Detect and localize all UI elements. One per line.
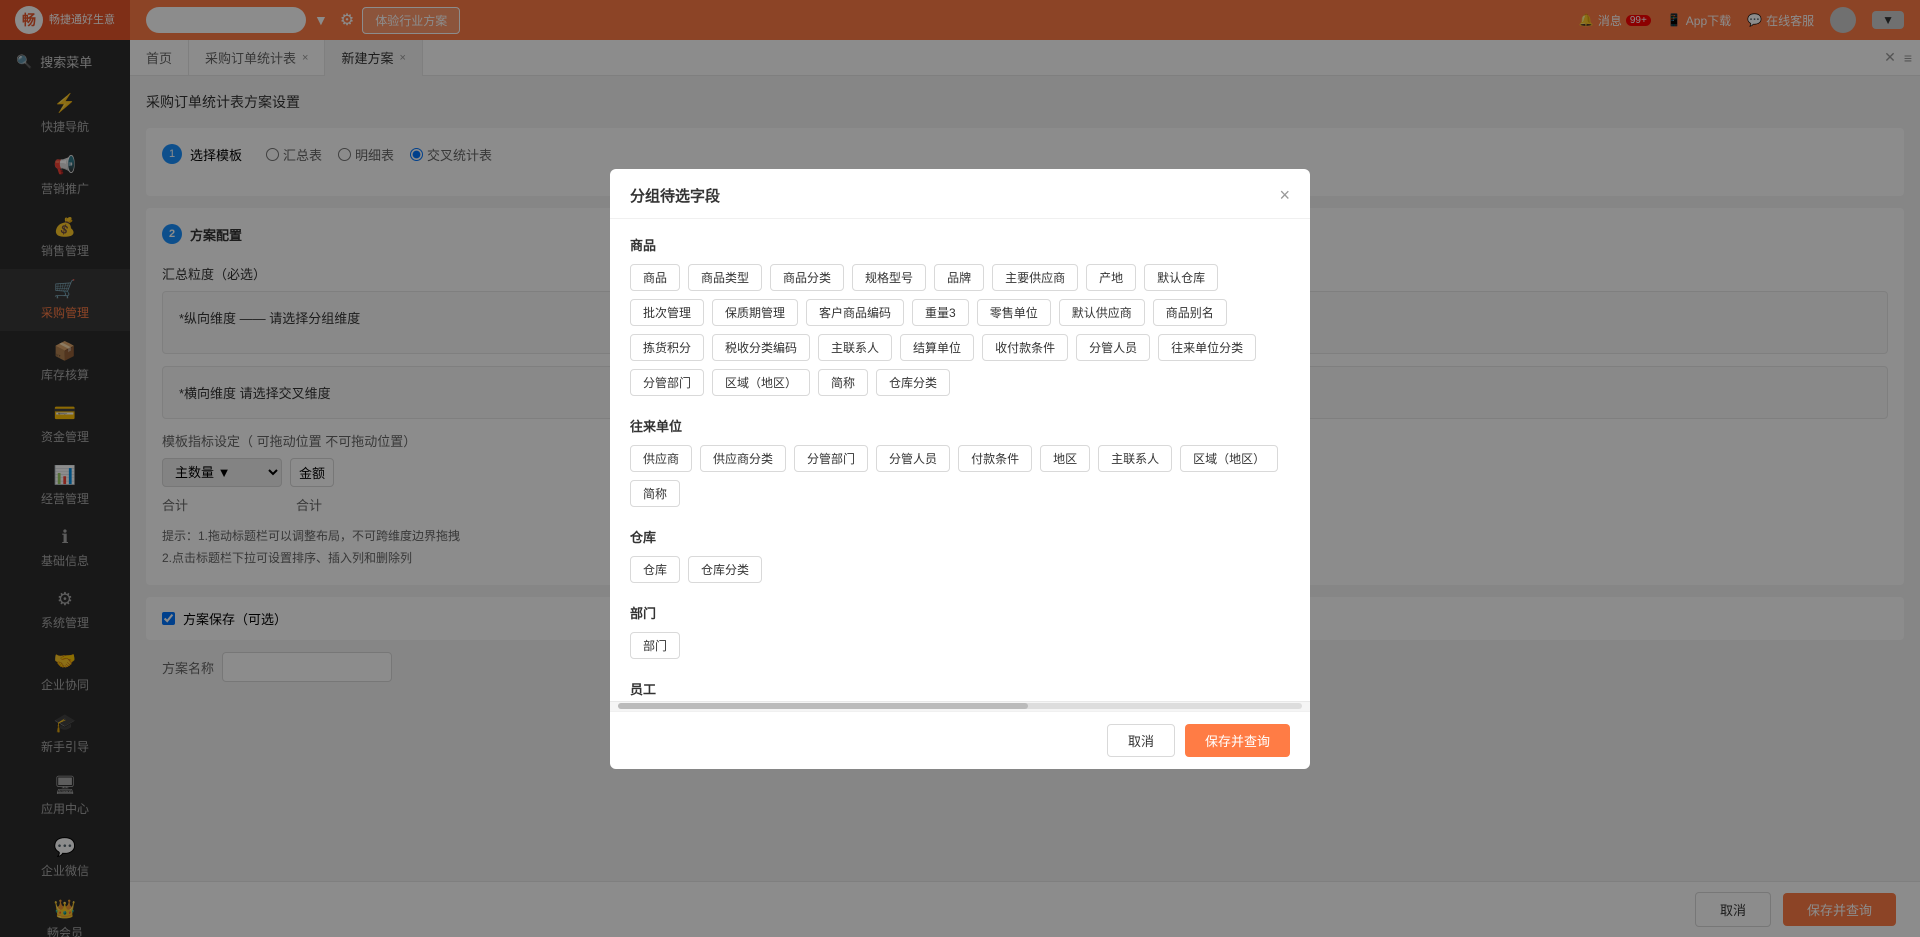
field-tag[interactable]: 区域（地区）: [1180, 445, 1278, 472]
field-tag[interactable]: 商品: [630, 264, 680, 291]
modal-cancel-btn[interactable]: 取消: [1107, 724, 1175, 757]
field-group-goods-title: 商品: [630, 235, 1290, 254]
field-tag[interactable]: 主要供应商: [992, 264, 1078, 291]
modal-hscroll-thumb: [618, 703, 1028, 709]
modal-header: 分组待选字段 ×: [610, 169, 1310, 219]
field-group-dept: 部门 部门: [630, 603, 1290, 659]
modal-footer: 取消 保存并查询: [610, 711, 1310, 769]
modal-title: 分组待选字段: [630, 185, 720, 206]
field-tag[interactable]: 地区: [1040, 445, 1090, 472]
field-tag[interactable]: 往来单位分类: [1158, 334, 1256, 361]
field-tags-warehouse: 仓库 仓库分类: [630, 556, 1290, 583]
modal-select-fields: 分组待选字段 × 商品 商品 商品类型 商品分类 规格型号 品牌 主要供应商 产…: [610, 169, 1310, 769]
field-group-partner-title: 往来单位: [630, 416, 1290, 435]
field-tags-partner: 供应商 供应商分类 分管部门 分管人员 付款条件 地区 主联系人 区域（地区） …: [630, 445, 1290, 507]
field-tag[interactable]: 部门: [630, 632, 680, 659]
field-tag[interactable]: 税收分类编码: [712, 334, 810, 361]
modal-body: 商品 商品 商品类型 商品分类 规格型号 品牌 主要供应商 产地 默认仓库 批次…: [610, 219, 1310, 702]
field-tag[interactable]: 零售单位: [977, 299, 1051, 326]
field-tag[interactable]: 规格型号: [852, 264, 926, 291]
field-tag[interactable]: 收付款条件: [982, 334, 1068, 361]
field-tag[interactable]: 商品类型: [688, 264, 762, 291]
field-tag[interactable]: 区域（地区）: [712, 369, 810, 396]
field-group-goods: 商品 商品 商品类型 商品分类 规格型号 品牌 主要供应商 产地 默认仓库 批次…: [630, 235, 1290, 396]
field-tag[interactable]: 主联系人: [1098, 445, 1172, 472]
field-tag[interactable]: 结算单位: [900, 334, 974, 361]
field-tag[interactable]: 商品别名: [1153, 299, 1227, 326]
field-tag[interactable]: 默认供应商: [1059, 299, 1145, 326]
field-tag[interactable]: 仓库分类: [688, 556, 762, 583]
field-tags-dept: 部门: [630, 632, 1290, 659]
modal-close-btn[interactable]: ×: [1279, 185, 1290, 206]
field-group-warehouse-title: 仓库: [630, 527, 1290, 546]
field-tag[interactable]: 仓库: [630, 556, 680, 583]
modal-confirm-btn[interactable]: 保存并查询: [1185, 724, 1290, 757]
field-group-staff: 员工 业务员: [630, 679, 1290, 702]
field-group-warehouse: 仓库 仓库 仓库分类: [630, 527, 1290, 583]
field-tag[interactable]: 批次管理: [630, 299, 704, 326]
field-tag[interactable]: 供应商分类: [700, 445, 786, 472]
field-tag[interactable]: 分管部门: [630, 369, 704, 396]
field-tag[interactable]: 分管部门: [794, 445, 868, 472]
modal-hscrollbar[interactable]: [610, 701, 1310, 710]
field-tag[interactable]: 主联系人: [818, 334, 892, 361]
modal-overlay: 分组待选字段 × 商品 商品 商品类型 商品分类 规格型号 品牌 主要供应商 产…: [0, 0, 1920, 937]
modal-hscroll-track: [618, 703, 1302, 709]
field-tag[interactable]: 保质期管理: [712, 299, 798, 326]
field-tag[interactable]: 重量3: [912, 299, 969, 326]
field-group-staff-title: 员工: [630, 679, 1290, 698]
field-tag[interactable]: 分管人员: [1076, 334, 1150, 361]
field-tag[interactable]: 商品分类: [770, 264, 844, 291]
field-tag[interactable]: 客户商品编码: [806, 299, 904, 326]
field-tag[interactable]: 分管人员: [876, 445, 950, 472]
field-group-partner: 往来单位 供应商 供应商分类 分管部门 分管人员 付款条件 地区 主联系人 区域…: [630, 416, 1290, 507]
field-tag[interactable]: 拣货积分: [630, 334, 704, 361]
field-tag[interactable]: 简称: [630, 480, 680, 507]
field-tag[interactable]: 付款条件: [958, 445, 1032, 472]
field-tag[interactable]: 产地: [1086, 264, 1136, 291]
field-tag[interactable]: 仓库分类: [876, 369, 950, 396]
field-tag[interactable]: 品牌: [934, 264, 984, 291]
field-tag[interactable]: 简称: [818, 369, 868, 396]
field-tags-goods: 商品 商品类型 商品分类 规格型号 品牌 主要供应商 产地 默认仓库 批次管理 …: [630, 264, 1290, 396]
field-tag[interactable]: 供应商: [630, 445, 692, 472]
field-tag[interactable]: 默认仓库: [1144, 264, 1218, 291]
field-group-dept-title: 部门: [630, 603, 1290, 622]
